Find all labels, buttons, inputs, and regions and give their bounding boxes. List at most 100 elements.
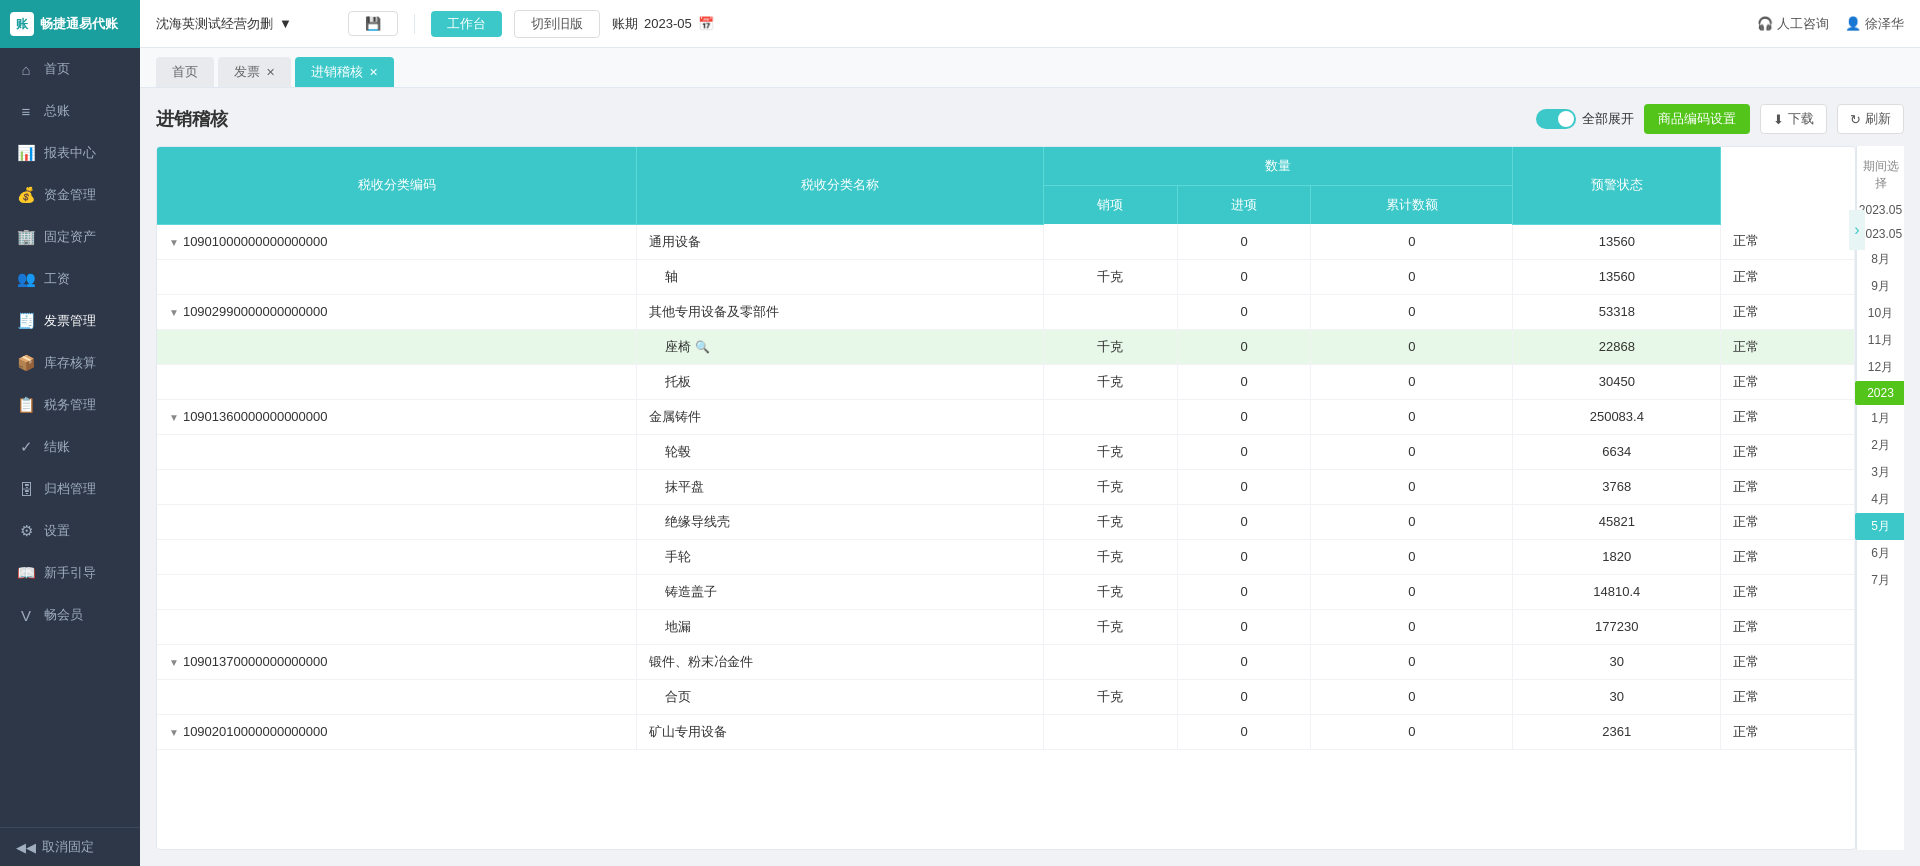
sidebar-item-assets[interactable]: 🏢 固定资产 — [0, 216, 140, 258]
expand-icon[interactable]: ▼ — [169, 412, 179, 423]
sidebar-item-vip[interactable]: V 畅会员 — [0, 594, 140, 636]
sidebar-item-label: 发票管理 — [44, 312, 96, 330]
sidebar-item-guide[interactable]: 📖 新手引导 — [0, 552, 140, 594]
user-icon: 👤 — [1845, 16, 1861, 31]
table-row[interactable]: ▼10901370000000000000锻件、粉末冶金件0030正常 — [157, 644, 1855, 679]
tab-invoice[interactable]: 发票 ✕ — [218, 57, 291, 87]
table-row[interactable]: 地漏千克00177230正常 — [157, 609, 1855, 644]
sidebar-item-label: 资金管理 — [44, 186, 96, 204]
expand-icon[interactable]: ▼ — [169, 307, 179, 318]
headset-icon: 🎧 — [1757, 16, 1773, 31]
table-row[interactable]: 轮毂千克006634正常 — [157, 434, 1855, 469]
unpin-label: 取消固定 — [42, 838, 94, 856]
table-row[interactable]: 绝缘导线壳千克0045821正常 — [157, 504, 1855, 539]
th-sales: 销项 — [1043, 186, 1177, 225]
save-button[interactable]: 💾 — [348, 11, 398, 36]
company-name: 沈海英测试经营勿删 — [156, 15, 273, 33]
th-cumulative: 累计数额 — [1311, 186, 1513, 225]
invoice-icon: 🧾 — [16, 312, 36, 330]
table-row[interactable]: 手轮千克001820正常 — [157, 539, 1855, 574]
tab-home-label: 首页 — [172, 63, 198, 81]
expand-icon[interactable]: ▼ — [169, 727, 179, 738]
toggle-label: 全部展开 — [1582, 110, 1634, 128]
tab-reconcile[interactable]: 进销稽核 ✕ — [295, 57, 394, 87]
sidebar-item-inventory[interactable]: 📦 库存核算 — [0, 342, 140, 384]
table-container: 税收分类编码 税收分类名称 数量 预警状态 销项 进项 累计数额 ▼109010… — [156, 146, 1856, 850]
expand-icon[interactable]: ▼ — [169, 657, 179, 668]
period-value: 2023-05 — [644, 16, 692, 31]
unpin-button[interactable]: ◀◀ 取消固定 — [0, 827, 140, 866]
table-row[interactable]: ▼10902010000000000000矿山专用设备002361正常 — [157, 714, 1855, 749]
tabs-bar: 首页 发票 ✕ 进销稽核 ✕ — [140, 48, 1920, 88]
right-panel: › 期间选择 2023.052023.058月9月10月11月12月20231月… — [1856, 146, 1904, 850]
sidebar-item-home[interactable]: ⌂ 首页 — [0, 48, 140, 90]
support-button[interactable]: 🎧 人工咨询 — [1757, 15, 1829, 33]
download-icon: ⬇ — [1773, 112, 1784, 127]
sidebar-item-closing[interactable]: ✓ 结账 — [0, 426, 140, 468]
page-header: 进销稽核 全部展开 商品编码设置 ⬇ 下载 ↻ 刷新 — [156, 104, 1904, 134]
table-row[interactable]: 合页千克0030正常 — [157, 679, 1855, 714]
closing-icon: ✓ — [16, 438, 36, 456]
table-row[interactable]: ▼10901000000000000000通用设备0013560正常 — [157, 224, 1855, 259]
settings-icon: ⚙ — [16, 522, 36, 540]
support-label: 人工咨询 — [1777, 15, 1829, 33]
sidebar-item-settings[interactable]: ⚙ 设置 — [0, 510, 140, 552]
sidebar-item-archive[interactable]: 🗄 归档管理 — [0, 468, 140, 510]
download-label: 下载 — [1788, 110, 1814, 128]
table-row[interactable]: ▼10901360000000000000金属铸件00250083.4正常 — [157, 399, 1855, 434]
calendar-icon: 📅 — [698, 16, 714, 31]
refresh-label: 刷新 — [1865, 110, 1891, 128]
tab-invoice-close[interactable]: ✕ — [266, 66, 275, 79]
company-selector[interactable]: 沈海英测试经营勿删 ▼ — [156, 15, 336, 33]
page-content: 进销稽核 全部展开 商品编码设置 ⬇ 下载 ↻ 刷新 — [140, 88, 1920, 866]
panel-collapse-btn[interactable]: › — [1849, 210, 1865, 250]
topbar-right: 🎧 人工咨询 👤 徐泽华 — [1757, 15, 1904, 33]
sidebar-item-tax[interactable]: 📋 税务管理 — [0, 384, 140, 426]
search-icon[interactable]: 🔍 — [695, 340, 710, 354]
workbench-button[interactable]: 工作台 — [431, 11, 502, 37]
sidebar-item-reports[interactable]: 📊 报表中心 — [0, 132, 140, 174]
th-quantity-group: 数量 — [1043, 147, 1512, 186]
sidebar-item-label: 总账 — [44, 102, 70, 120]
sidebar-item-label: 结账 — [44, 438, 70, 456]
refresh-button[interactable]: ↻ 刷新 — [1837, 104, 1904, 134]
refresh-icon: ↻ — [1850, 112, 1861, 127]
user-menu[interactable]: 👤 徐泽华 — [1845, 15, 1904, 33]
expand-icon[interactable]: ▼ — [169, 237, 179, 248]
tab-reconcile-close[interactable]: ✕ — [369, 66, 378, 79]
sidebar-item-label: 归档管理 — [44, 480, 96, 498]
table-row[interactable]: ▼10902990000000000000其他专用设备及零部件0053318正常 — [157, 294, 1855, 329]
sidebar-item-payroll[interactable]: 👥 工资 — [0, 258, 140, 300]
vip-icon: V — [16, 607, 36, 624]
sidebar-item-invoice[interactable]: 🧾 发票管理 — [0, 300, 140, 342]
tab-home[interactable]: 首页 — [156, 57, 214, 87]
period-selector[interactable]: 账期 2023-05 📅 — [612, 15, 714, 33]
toggle-all-expand[interactable]: 全部展开 — [1536, 109, 1634, 129]
product-code-settings-button[interactable]: 商品编码设置 — [1644, 104, 1750, 134]
reports-icon: 📊 — [16, 144, 36, 162]
table-row[interactable]: 铸造盖子千克0014810.4正常 — [157, 574, 1855, 609]
table-row[interactable]: 托板千克0030450正常 — [157, 364, 1855, 399]
download-button[interactable]: ⬇ 下载 — [1760, 104, 1827, 134]
table-row[interactable]: 座椅 🔍千克0022868正常 — [157, 329, 1855, 364]
sidebar-item-label: 设置 — [44, 522, 70, 540]
table-row[interactable]: 抹平盘千克003768正常 — [157, 469, 1855, 504]
tab-invoice-label: 发票 — [234, 63, 260, 81]
sidebar-item-label: 库存核算 — [44, 354, 96, 372]
sidebar: 账 畅捷通易代账 ⌂ 首页 ≡ 总账 📊 报表中心 💰 资金管理 🏢 固定资产 … — [0, 0, 140, 866]
guide-icon: 📖 — [16, 564, 36, 582]
sidebar-item-funds[interactable]: 💰 资金管理 — [0, 174, 140, 216]
switch-version-button[interactable]: 切到旧版 — [514, 10, 600, 38]
main-area: 沈海英测试经营勿删 ▼ 💾 工作台 切到旧版 账期 2023-05 📅 🎧 人工… — [140, 0, 1920, 866]
unpin-icon: ◀◀ — [16, 840, 36, 855]
user-name: 徐泽华 — [1865, 15, 1904, 33]
sidebar-item-ledger[interactable]: ≡ 总账 — [0, 90, 140, 132]
table-row[interactable]: 轴千克0013560正常 — [157, 259, 1855, 294]
tax-icon: 📋 — [16, 396, 36, 414]
period-label: 账期 — [612, 15, 638, 33]
page-title: 进销稽核 — [156, 107, 228, 131]
tab-reconcile-label: 进销稽核 — [311, 63, 363, 81]
toggle-switch[interactable] — [1536, 109, 1576, 129]
sidebar-item-label: 首页 — [44, 60, 70, 78]
app-name: 畅捷通易代账 — [40, 15, 118, 33]
